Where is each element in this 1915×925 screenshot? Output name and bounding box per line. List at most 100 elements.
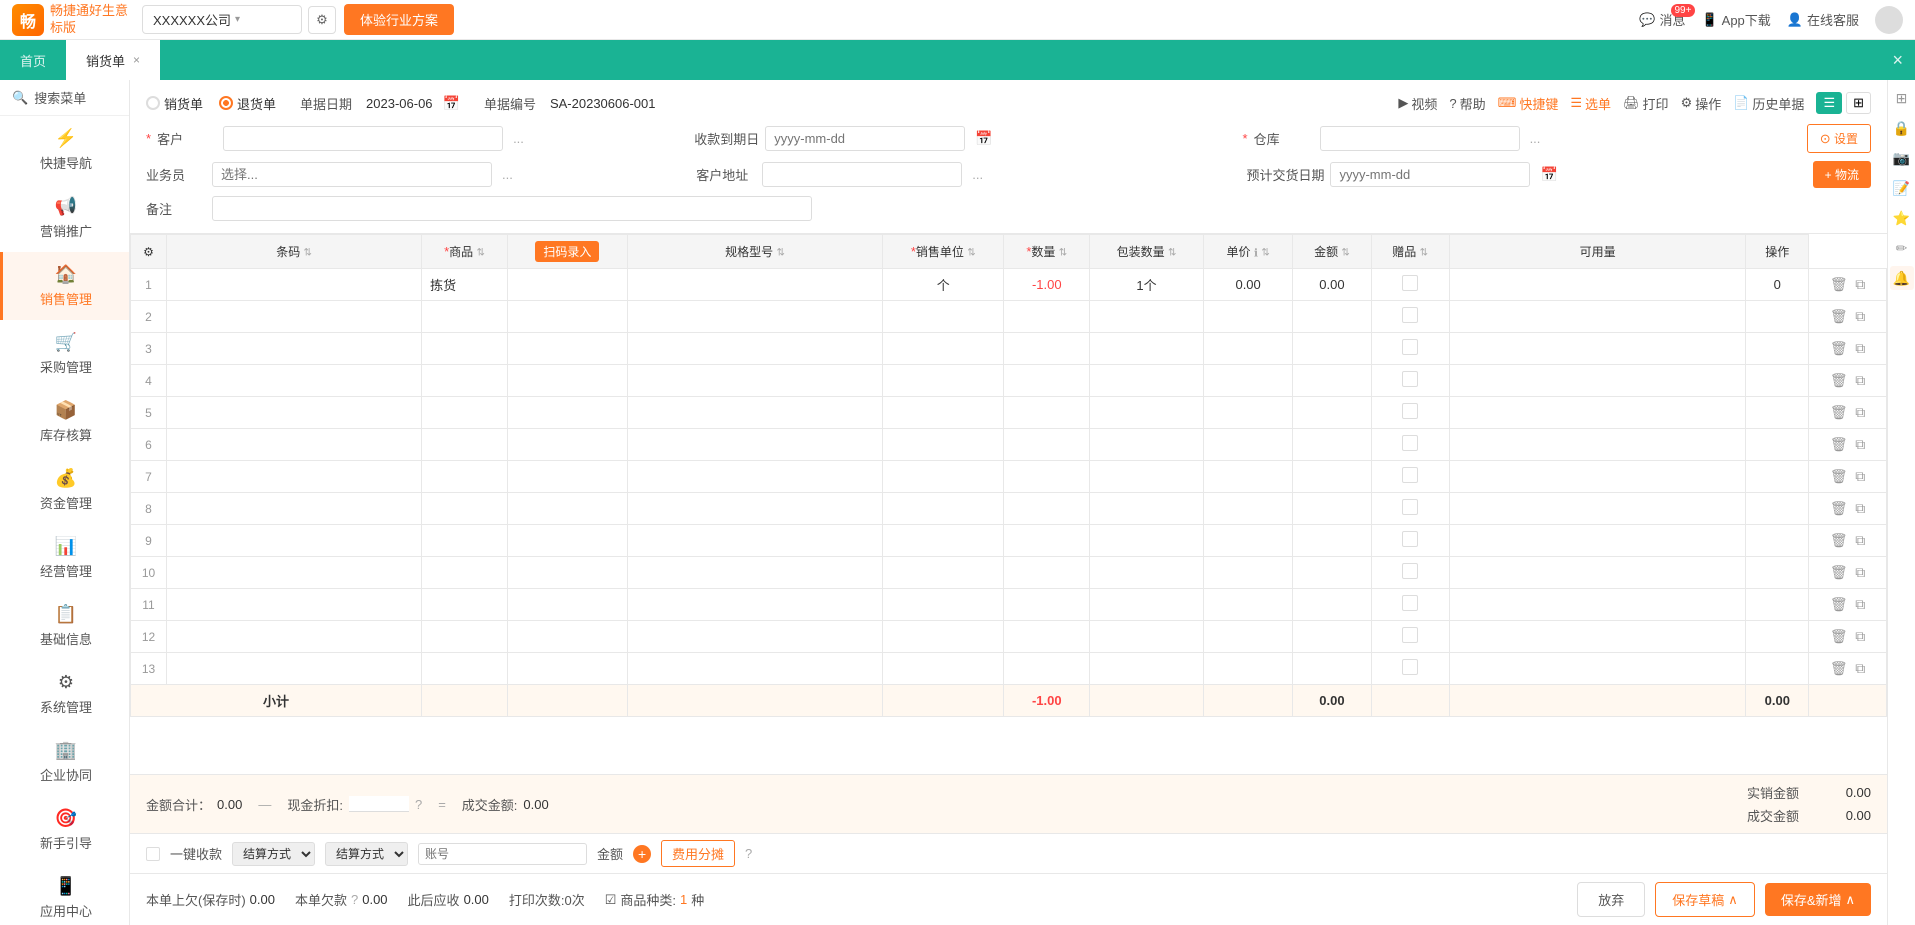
choose-action[interactable]: ☰ 选单 [1570, 94, 1611, 113]
barcode-input[interactable] [175, 310, 413, 324]
quantity-cell[interactable] [1004, 557, 1090, 589]
barcode-input[interactable] [175, 342, 413, 356]
salesperson-dots[interactable]: ... [502, 167, 513, 182]
sidebar-item-quick-nav[interactable]: ⚡ 快捷导航 [0, 116, 129, 184]
gift-checkbox[interactable] [1402, 307, 1418, 323]
sort-amount-icon[interactable]: ⇅ [1341, 247, 1349, 258]
barcode-input[interactable] [175, 534, 413, 548]
shortcut-action[interactable]: ⌨ 快捷键 [1498, 94, 1559, 113]
spec-cell[interactable] [627, 525, 882, 557]
sidebar-item-enterprise[interactable]: 🏢 企业协同 [0, 728, 129, 796]
pay-date-calendar-icon[interactable]: 📅 [975, 130, 992, 147]
barcode-cell[interactable] [167, 333, 422, 365]
list-view-button[interactable]: ☰ [1816, 92, 1842, 114]
sort-price-icon[interactable]: ⇅ [1261, 247, 1269, 258]
copy-icon[interactable]: ⧉ [1855, 468, 1865, 484]
sidebar-item-inventory[interactable]: 📦 库存核算 [0, 388, 129, 456]
sort-unit-icon[interactable]: ⇅ [967, 247, 975, 258]
salesperson-input[interactable] [212, 162, 492, 187]
barcode-cell[interactable] [167, 269, 422, 301]
barcode-cell[interactable] [167, 493, 422, 525]
addr-dots[interactable]: ... [972, 167, 983, 182]
sidebar-item-operations[interactable]: 📊 经营管理 [0, 524, 129, 592]
gift-cell[interactable] [1371, 653, 1449, 685]
price-cell[interactable] [1203, 525, 1292, 557]
quantity-cell[interactable] [1004, 397, 1090, 429]
gift-checkbox[interactable] [1402, 627, 1418, 643]
gift-cell[interactable] [1371, 493, 1449, 525]
quantity-cell[interactable] [1004, 621, 1090, 653]
spec-input[interactable] [636, 342, 874, 356]
spec-input[interactable] [636, 470, 874, 484]
delete-icon[interactable]: 🗑 [1830, 436, 1848, 452]
close-window-button[interactable]: × [1892, 50, 1915, 71]
spec-input[interactable] [636, 630, 874, 644]
sort-pack-icon[interactable]: ⇅ [1168, 247, 1176, 258]
sidebar-item-app-center[interactable]: 📱 应用中心 [0, 864, 129, 925]
sort-gift-icon[interactable]: ⇅ [1420, 247, 1428, 258]
delete-icon[interactable]: 🗑 [1830, 372, 1848, 388]
sidebar-item-guide[interactable]: 🎯 新手引导 [0, 796, 129, 864]
quantity-cell[interactable]: -1.00 [1004, 269, 1090, 301]
barcode-cell[interactable] [167, 653, 422, 685]
right-sidebar-camera-icon[interactable]: 📷 [1890, 146, 1914, 170]
sidebar-item-sales[interactable]: 🏠 销售管理 [0, 252, 129, 320]
copy-icon[interactable]: ⧉ [1855, 340, 1865, 356]
help-action[interactable]: ? 帮助 [1449, 94, 1485, 113]
spec-input[interactable] [636, 534, 874, 548]
right-sidebar-doc-icon[interactable]: 📝 [1890, 176, 1914, 200]
radio-sale-order[interactable]: 销货单 [146, 94, 203, 113]
quantity-cell[interactable] [1004, 301, 1090, 333]
gift-checkbox[interactable] [1402, 499, 1418, 515]
spec-cell[interactable] [627, 557, 882, 589]
gift-cell[interactable] [1371, 397, 1449, 429]
barcode-cell[interactable] [167, 429, 422, 461]
gift-checkbox[interactable] [1402, 659, 1418, 675]
right-sidebar-edit-icon[interactable]: ✏ [1890, 236, 1914, 260]
sort-product-icon[interactable]: ⇅ [476, 247, 484, 258]
tab-close-icon[interactable]: × [133, 53, 140, 67]
gift-checkbox[interactable] [1402, 595, 1418, 611]
barcode-cell[interactable] [167, 621, 422, 653]
gift-checkbox[interactable] [1402, 339, 1418, 355]
quantity-cell[interactable] [1004, 653, 1090, 685]
delete-icon[interactable]: 🗑 [1830, 596, 1848, 612]
spec-input[interactable] [636, 406, 874, 420]
gift-checkbox[interactable] [1402, 531, 1418, 547]
price-cell[interactable] [1203, 461, 1292, 493]
delete-icon[interactable]: 🗑 [1830, 340, 1848, 356]
spec-input[interactable] [636, 278, 874, 292]
right-sidebar-bell-icon[interactable]: 🔔 [1890, 266, 1914, 290]
app-download-button[interactable]: 📱 App下载 [1701, 10, 1770, 29]
settings-button[interactable]: ⚙ [308, 6, 336, 34]
tab-home[interactable]: 首页 [0, 40, 66, 80]
barcode-cell[interactable] [167, 589, 422, 621]
price-cell[interactable] [1203, 589, 1292, 621]
gift-checkbox[interactable] [1402, 563, 1418, 579]
price-cell[interactable] [1203, 397, 1292, 429]
price-cell[interactable] [1203, 429, 1292, 461]
gift-cell[interactable] [1371, 557, 1449, 589]
fee-split-button[interactable]: 费用分摊 [661, 840, 735, 867]
gift-cell[interactable] [1371, 589, 1449, 621]
sidebar-item-purchase[interactable]: 🛒 采购管理 [0, 320, 129, 388]
quantity-cell[interactable] [1004, 333, 1090, 365]
delete-icon[interactable]: 🗑 [1830, 308, 1848, 324]
copy-icon[interactable]: ⧉ [1855, 660, 1865, 676]
gift-cell[interactable] [1371, 429, 1449, 461]
scan-button[interactable]: 扫码录入 [535, 241, 599, 262]
spec-cell[interactable] [627, 269, 882, 301]
quantity-cell[interactable] [1004, 589, 1090, 621]
barcode-cell[interactable] [167, 525, 422, 557]
price-cell[interactable] [1203, 493, 1292, 525]
video-action[interactable]: ▶ 视频 [1398, 94, 1437, 113]
delete-icon[interactable]: 🗑 [1830, 660, 1848, 676]
delete-icon[interactable]: 🗑 [1830, 564, 1848, 580]
copy-icon[interactable]: ⧉ [1855, 404, 1865, 420]
spec-cell[interactable] [627, 301, 882, 333]
gift-cell[interactable] [1371, 301, 1449, 333]
sidebar-search[interactable]: 🔍 搜索菜单 [0, 80, 129, 116]
expected-date-input[interactable] [1330, 162, 1530, 187]
price-cell[interactable]: 0.00 [1203, 269, 1292, 301]
quantity-cell[interactable] [1004, 461, 1090, 493]
